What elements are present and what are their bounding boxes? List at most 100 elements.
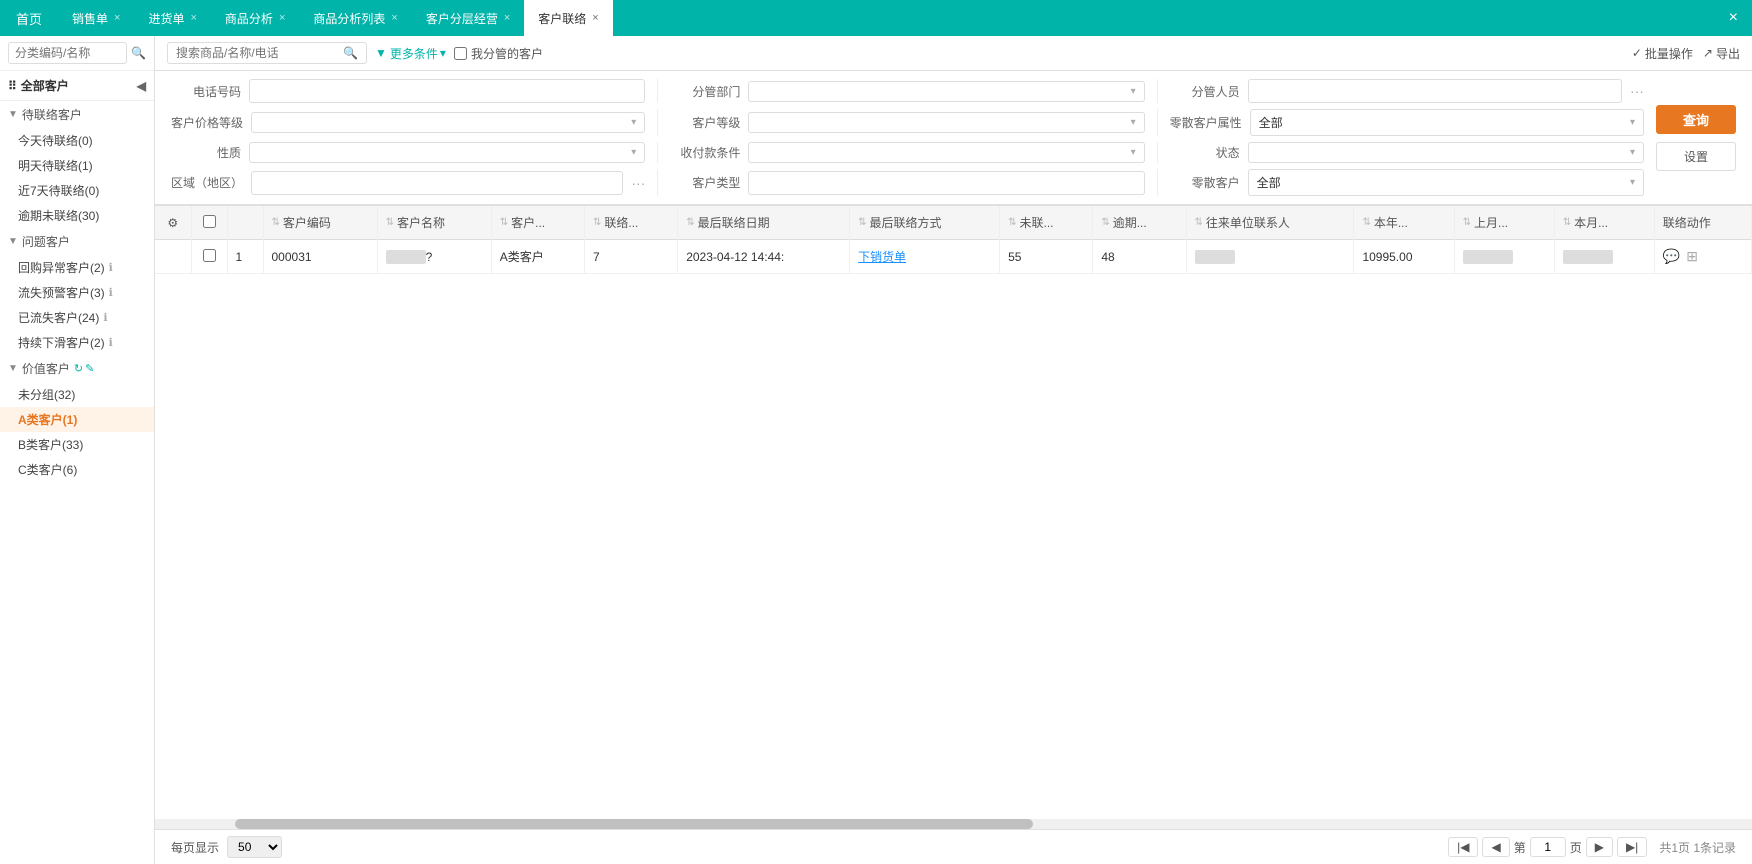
next-page-button[interactable]: ▶ <box>1586 837 1613 857</box>
status-select[interactable]: ▾ <box>1248 142 1644 163</box>
nav-tab-sales[interactable]: 销售单 × <box>58 0 134 36</box>
close-all-button[interactable]: × <box>1715 9 1752 27</box>
chevron-nature: ▾ <box>631 147 636 158</box>
sidebar-all-customers-header: ⠿ 全部客户 ◀ <box>0 71 154 101</box>
filter-row-4: 区域（地区） ··· 客户类型 零散客户 <box>171 169 1644 196</box>
close-tab-product-analysis[interactable]: × <box>279 12 285 24</box>
scatter-label: 零散客户 <box>1170 174 1240 191</box>
close-tab-customer-contact[interactable]: × <box>592 12 598 24</box>
filter-more-btn[interactable]: ▼ 更多条件 ▾ <box>375 45 446 62</box>
scrollbar-thumb[interactable] <box>235 819 1034 829</box>
phone-label: 电话号码 <box>171 83 241 100</box>
row-this-month <box>1554 240 1654 274</box>
close-tab-product-list[interactable]: × <box>391 12 397 24</box>
settings-icon[interactable]: ⚙ <box>167 216 178 230</box>
col-contact-count: ⇅联络... <box>584 206 677 240</box>
page-nav: |◀ ◀ 第 页 ▶ ▶| 共1页 1条记录 <box>1448 837 1736 857</box>
filter-search-icon[interactable]: 🔍 <box>343 46 358 60</box>
page-number-input[interactable] <box>1530 837 1566 857</box>
sidebar-item-repurchase-abnormal[interactable]: 回购异常客户(2) ℹ <box>0 255 154 280</box>
last-method-link[interactable]: 下销货单 <box>858 250 906 264</box>
close-tab-purchase[interactable]: × <box>190 12 196 24</box>
sidebar-item-class-b[interactable]: B类客户(33) <box>0 432 154 457</box>
page-label: 第 <box>1514 839 1526 856</box>
customer-level-select[interactable]: ▾ <box>748 112 1144 133</box>
my-customers-checkbox[interactable] <box>454 47 467 60</box>
sidebar-item-ungrouped[interactable]: 未分组(32) <box>0 382 154 407</box>
sort-icon-12: ⇅ <box>1563 217 1571 228</box>
sidebar-search-icon[interactable]: 🔍 <box>131 46 146 60</box>
customer-type-input[interactable] <box>748 171 1144 195</box>
region-dots-icon[interactable]: ··· <box>631 175 645 191</box>
filter-search-input[interactable] <box>176 46 343 60</box>
nav-tab-customer-layer[interactable]: 客户分层经营 × <box>412 0 524 36</box>
sidebar-item-overdue-pending[interactable]: 逾期未联络(30) <box>0 203 154 228</box>
price-level-label: 客户价格等级 <box>171 114 243 131</box>
batch-ops: ✓ 批量操作 ↗ 导出 <box>1632 45 1740 62</box>
row-last-date: 2023-04-12 14:44: <box>678 240 850 274</box>
my-customers-filter: 我分管的客户 <box>454 45 543 62</box>
scatter-attr-select[interactable]: 全部▾ <box>1250 109 1644 136</box>
sidebar-search-input[interactable] <box>8 42 127 64</box>
sidebar-group-problem[interactable]: ▼ 问题客户 <box>0 228 154 255</box>
sort-icon-3: ⇅ <box>500 217 508 228</box>
col-unit-contact: ⇅往来单位联系人 <box>1186 206 1354 240</box>
region-input[interactable] <box>251 171 623 195</box>
sidebar-collapse-icon[interactable]: ◀ <box>137 79 146 93</box>
set-button[interactable]: 设置 <box>1656 142 1736 171</box>
sidebar-group-pending[interactable]: ▼ 待联络客户 <box>0 101 154 128</box>
phone-input[interactable] <box>249 79 645 103</box>
row-checkbox <box>191 240 227 274</box>
row-no-contact: 55 <box>1000 240 1093 274</box>
sidebar-item-tomorrow-pending[interactable]: 明天待联络(1) <box>0 153 154 178</box>
price-level-select[interactable]: ▾ <box>251 112 645 133</box>
horizontal-scrollbar[interactable] <box>155 819 1752 829</box>
sidebar-item-churned[interactable]: 已流失客户(24) ℹ <box>0 305 154 330</box>
col-settings[interactable]: ⚙ <box>155 206 191 240</box>
filter-cell-dept: 分管部门 ▾ <box>670 81 1144 102</box>
value-group-refresh-icon[interactable]: ↻ <box>74 362 83 375</box>
sidebar-item-class-a[interactable]: A类客户(1) <box>0 407 154 432</box>
sidebar-item-declining[interactable]: 持续下滑客户(2) ℹ <box>0 330 154 355</box>
nature-select[interactable]: ▾ <box>249 142 645 163</box>
dept-select[interactable]: ▾ <box>748 81 1144 102</box>
prev-page-button[interactable]: ◀ <box>1482 837 1509 857</box>
filter-icon: ▼ <box>375 46 387 60</box>
value-group-edit-icon[interactable]: ✎ <box>85 362 94 375</box>
row-settings <box>155 240 191 274</box>
per-page-select[interactable]: 50 100 <box>227 836 282 858</box>
select-all-checkbox[interactable] <box>203 215 216 228</box>
col-last-month: ⇅上月... <box>1454 206 1554 240</box>
query-button[interactable]: 查询 <box>1656 105 1736 134</box>
col-last-method: ⇅最后联络方式 <box>850 206 1000 240</box>
grid-action-icon[interactable]: ⊞ <box>1686 248 1698 265</box>
batch-ops-button[interactable]: ✓ 批量操作 <box>1632 45 1693 62</box>
manager-dots-icon[interactable]: ··· <box>1630 83 1644 99</box>
row-select-checkbox[interactable] <box>203 249 216 262</box>
scatter-select[interactable]: 全部▾ <box>1248 169 1644 196</box>
nav-home[interactable]: 首页 <box>0 0 58 36</box>
payment-select[interactable]: ▾ <box>748 142 1144 163</box>
chat-action-icon[interactable]: 💬 <box>1663 248 1680 265</box>
sidebar-item-churn-warning[interactable]: 流失预警客户(3) ℹ <box>0 280 154 305</box>
sidebar-item-today-pending[interactable]: 今天待联络(0) <box>0 128 154 153</box>
manager-input[interactable] <box>1248 79 1622 103</box>
nav-tab-customer-contact[interactable]: 客户联络 × <box>524 0 612 36</box>
nav-tab-purchase[interactable]: 进货单 × <box>134 0 210 36</box>
sidebar-item-7day-pending[interactable]: 近7天待联络(0) <box>0 178 154 203</box>
nav-tab-product-analysis[interactable]: 商品分析 × <box>211 0 299 36</box>
last-page-button[interactable]: ▶| <box>1617 837 1647 857</box>
sidebar-group-value[interactable]: ▼ 价值客户 ↻ ✎ <box>0 355 154 382</box>
filter-cell-scatter: 零散客户 全部▾ <box>1170 169 1644 196</box>
nav-tab-product-list[interactable]: 商品分析列表 × <box>299 0 411 36</box>
sort-icon-10: ⇅ <box>1362 217 1370 228</box>
sidebar-item-class-c[interactable]: C类客户(6) <box>0 457 154 482</box>
close-tab-sales[interactable]: × <box>114 12 120 24</box>
export-button[interactable]: ↗ 导出 <box>1703 45 1740 62</box>
first-page-button[interactable]: |◀ <box>1448 837 1478 857</box>
dept-label: 分管部门 <box>670 83 740 100</box>
col-this-month: ⇅本月... <box>1554 206 1654 240</box>
close-tab-customer-layer[interactable]: × <box>504 12 510 24</box>
triangle-down-icon-2: ▼ <box>8 236 18 247</box>
per-page-label: 每页显示 <box>171 839 219 856</box>
